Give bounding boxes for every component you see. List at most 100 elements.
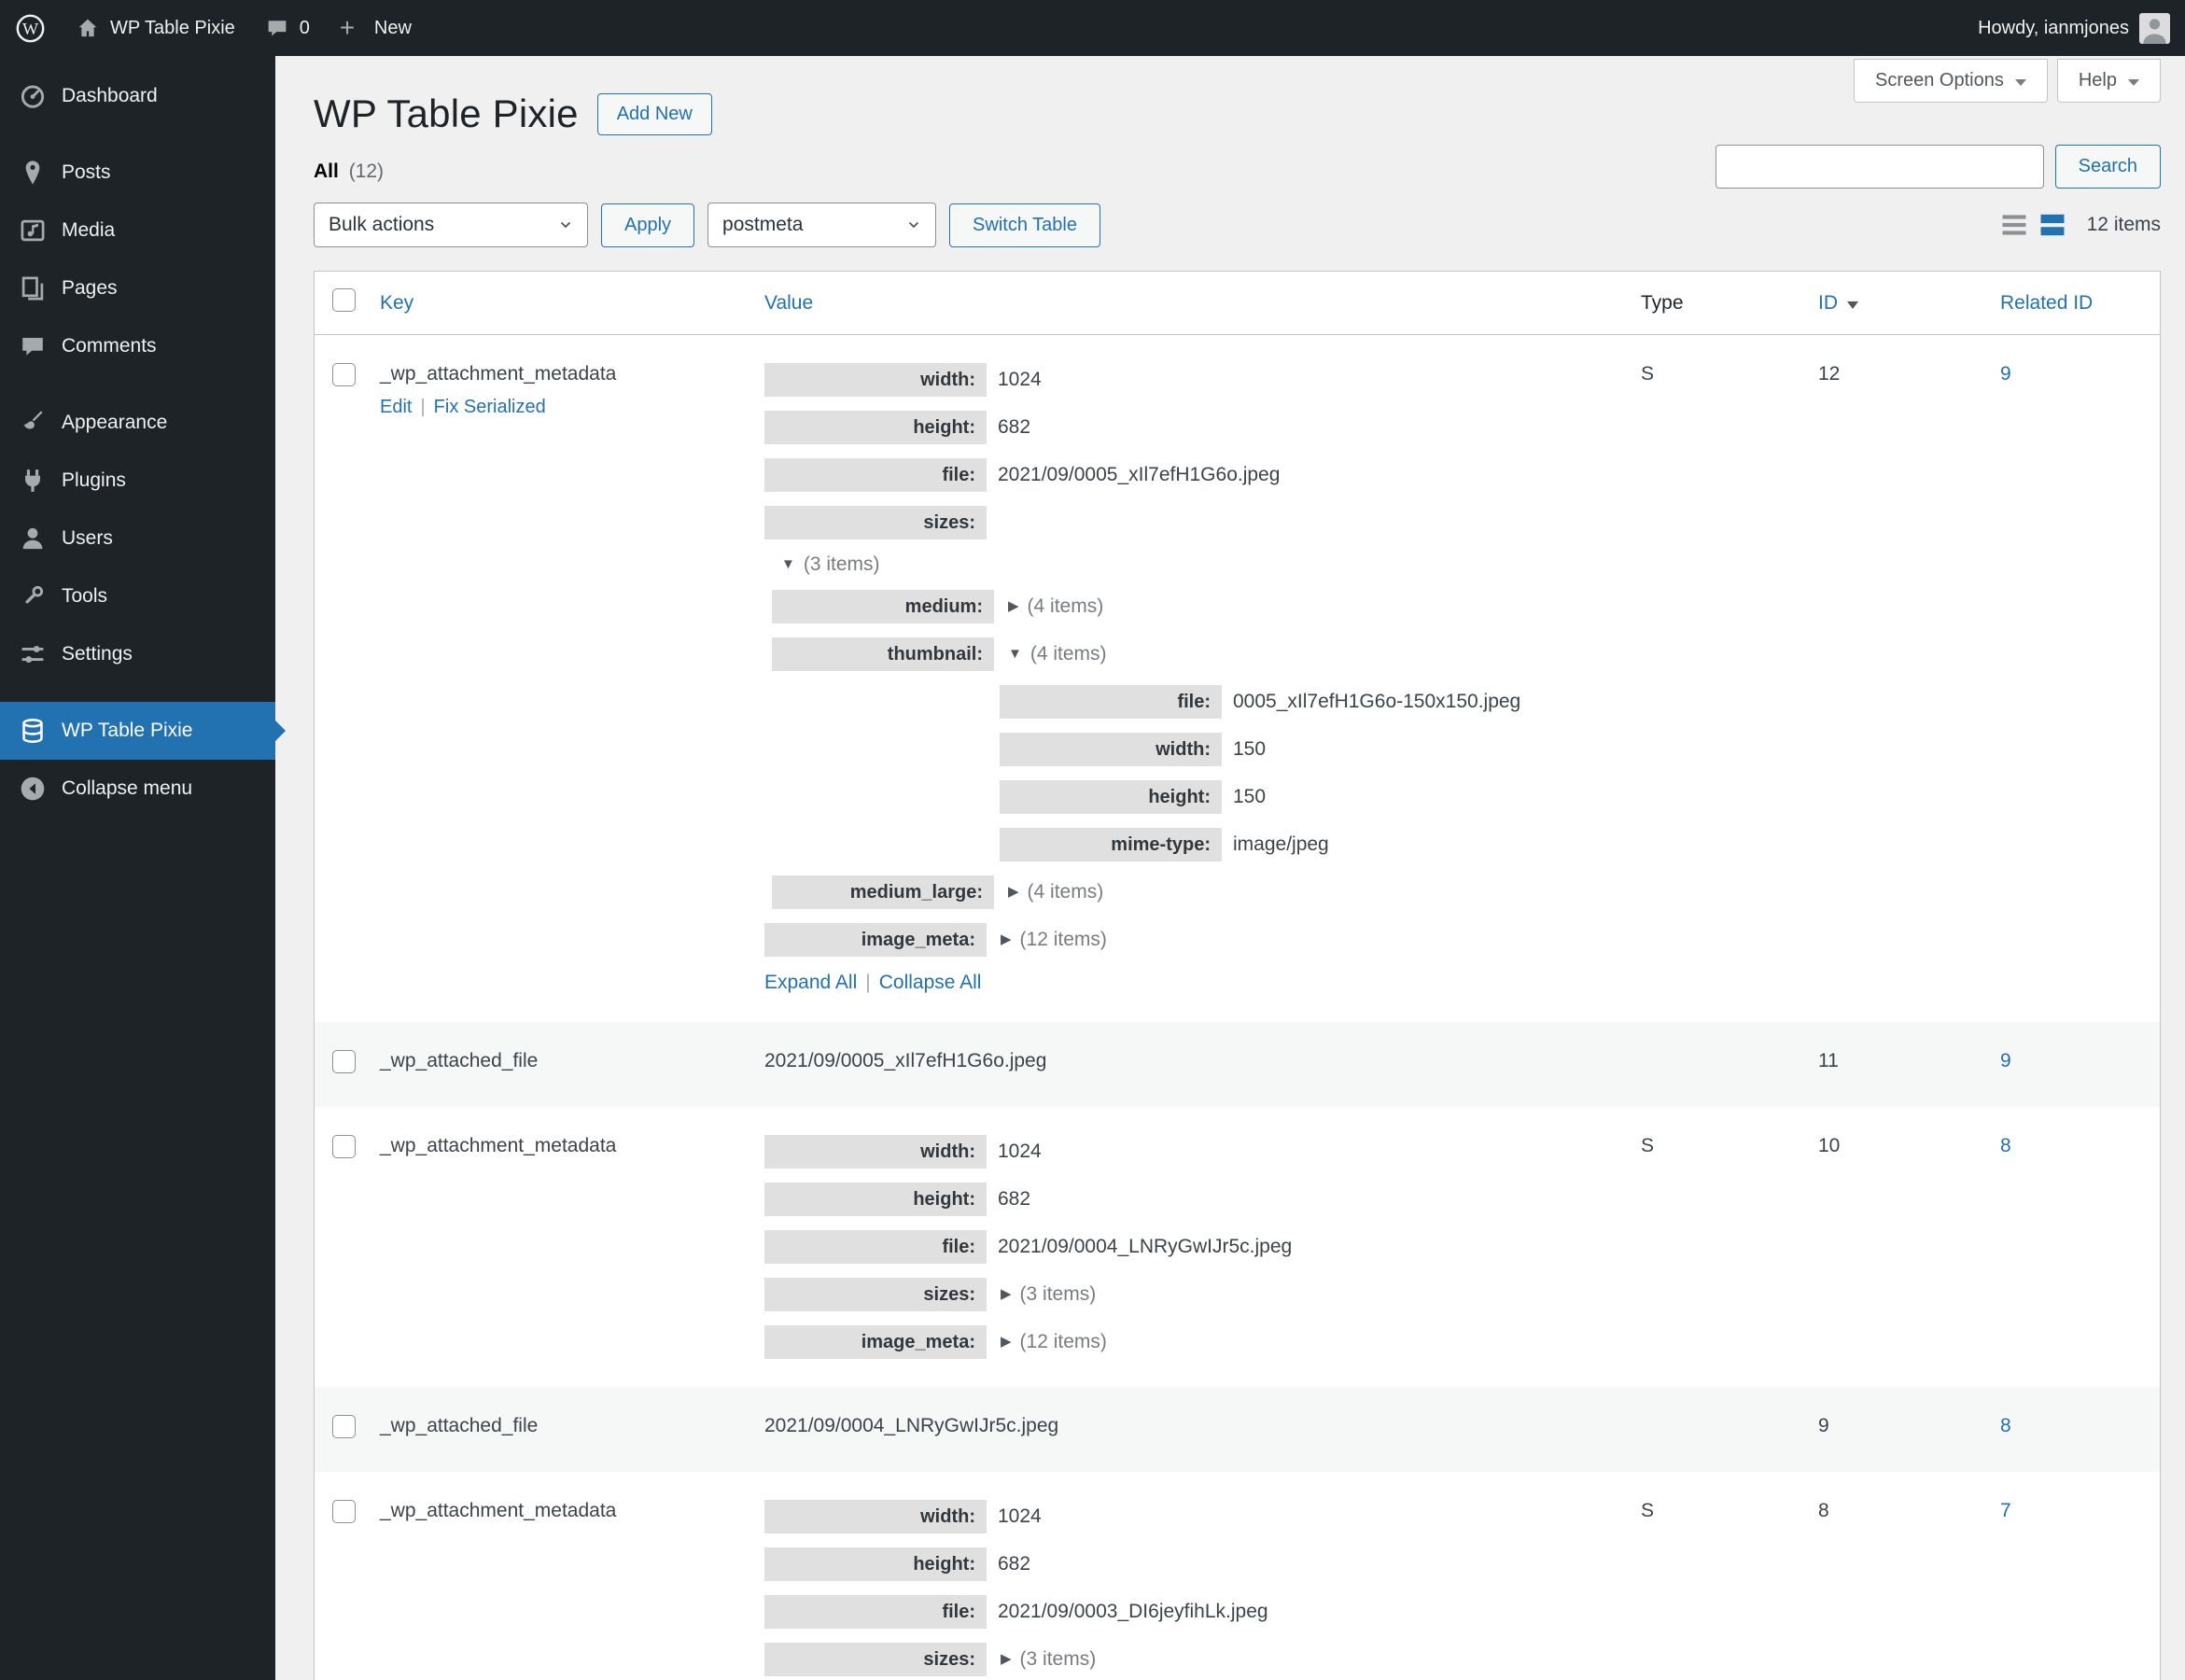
sidebar-item-media[interactable]: Media — [0, 202, 275, 259]
svg-text:W: W — [22, 19, 39, 37]
meta-key-pill: file: — [764, 458, 987, 492]
meta-key-pill: height: — [764, 1183, 987, 1216]
plus-icon: + — [339, 13, 356, 42]
howdy-text: Howdy, ianmjones — [1978, 17, 2129, 38]
switch-table-button[interactable]: Switch Table — [949, 203, 1100, 247]
help-label: Help — [2078, 70, 2117, 91]
caret-down-icon — [2128, 78, 2139, 86]
expand-toggle-icon[interactable]: ▶ — [1008, 596, 1019, 617]
sidebar-item-tools[interactable]: Tools — [0, 567, 275, 625]
edit-link[interactable]: Edit — [380, 397, 412, 417]
column-header-value[interactable]: Value — [753, 272, 1630, 335]
add-new-button[interactable]: Add New — [596, 92, 712, 135]
meta-key-pill: height: — [764, 411, 987, 444]
collapse-toggle-icon[interactable]: ▼ — [1008, 644, 1022, 665]
value-line: image_meta: ▶ (12 items) — [764, 923, 1618, 957]
bulk-actions-select[interactable]: Bulk actions — [314, 203, 588, 247]
meta-value: 150 — [1233, 738, 1267, 760]
apply-button[interactable]: Apply — [601, 203, 695, 247]
row-checkbox[interactable] — [332, 1415, 356, 1438]
sidebar-item-pages[interactable]: Pages — [0, 259, 275, 317]
sidebar-item-appearance[interactable]: Appearance — [0, 394, 275, 452]
dashboard-icon — [19, 82, 47, 110]
fix-serialized-link[interactable]: Fix Serialized — [434, 397, 546, 417]
account-menu[interactable]: Howdy, ianmjones — [1963, 0, 2185, 56]
id-value: 12 — [1818, 363, 1841, 385]
pages-icon — [19, 274, 47, 302]
sidebar-item-dashboard[interactable]: Dashboard — [0, 67, 275, 125]
value-line: height: 150 — [1000, 780, 1618, 814]
column-header-related-id[interactable]: Related ID — [1989, 272, 2160, 335]
related-id-link[interactable]: 8 — [2000, 1135, 2011, 1156]
value-line: medium_large: ▶ (4 items) — [772, 875, 1618, 909]
sidebar-item-label: Appearance — [62, 412, 168, 433]
table-header-row: Key Value Type ID Related ID — [315, 272, 2160, 335]
items-count: (12 items) — [1019, 1331, 1107, 1352]
sidebar-item-label: Settings — [62, 643, 133, 665]
meta-key: _wp_attachment_metadata — [380, 1500, 617, 1521]
meta-value: 682 — [998, 1188, 1031, 1210]
meta-value: 2021/09/0004_LNRyGwIJr5c.jpeg — [764, 1415, 1059, 1436]
row-checkbox[interactable] — [332, 1500, 356, 1523]
new-content-menu[interactable]: + New — [325, 0, 427, 56]
expand-toggle-icon[interactable]: ▶ — [1001, 1332, 1012, 1352]
excerpt-view-button[interactable] — [2038, 210, 2067, 240]
wordpress-menu[interactable]: W — [0, 0, 61, 56]
meta-value: 682 — [998, 1553, 1031, 1575]
settings-icon — [19, 640, 47, 668]
table-nav: Bulk actions Apply postmeta Switch Table… — [314, 203, 2161, 247]
sidebar-item-users[interactable]: Users — [0, 510, 275, 567]
search-button[interactable]: Search — [2054, 145, 2161, 189]
sidebar-item-plugins[interactable]: Plugins — [0, 452, 275, 510]
row-checkbox[interactable] — [332, 1050, 356, 1073]
items-count: (4 items) — [1029, 643, 1107, 665]
row-checkbox[interactable] — [332, 1135, 356, 1158]
expand-toggle-icon[interactable]: ▶ — [1008, 882, 1019, 903]
expand-toggle-icon[interactable]: ▶ — [1001, 930, 1012, 950]
meta-key: _wp_attached_file — [380, 1415, 539, 1436]
table-select[interactable]: postmeta — [707, 203, 937, 247]
related-id-link[interactable]: 9 — [2000, 1050, 2011, 1071]
sidebar-item-posts[interactable]: Posts — [0, 144, 275, 202]
collapse-all-link[interactable]: Collapse All — [879, 972, 982, 993]
related-id-link[interactable]: 9 — [2000, 363, 2011, 385]
select-all-checkbox[interactable] — [332, 288, 356, 312]
admin-menu: Dashboard Posts Media Pages Comments Appearan… — [0, 56, 275, 1680]
value-line: width: 1024 — [764, 363, 1618, 397]
expand-toggle-icon[interactable]: ▶ — [1001, 1284, 1012, 1305]
caret-down-icon — [2014, 78, 2026, 86]
items-count: (4 items) — [1027, 595, 1104, 617]
expand-all-link[interactable]: Expand All — [764, 972, 857, 993]
screen-options-button[interactable]: Screen Options — [1854, 59, 2048, 103]
meta-key-pill: width: — [1000, 733, 1222, 766]
collapse-toggle-icon[interactable]: ▼ — [781, 554, 795, 575]
separator: | — [420, 397, 426, 417]
sidebar-item-label: Users — [62, 527, 113, 549]
sidebar-item-collapse-menu[interactable]: Collapse menu — [0, 760, 275, 818]
related-id-link[interactable]: 7 — [2000, 1500, 2011, 1521]
search-input[interactable] — [1715, 145, 2044, 189]
comments-menu[interactable]: 0 — [250, 0, 325, 56]
column-header-id[interactable]: ID — [1807, 272, 1989, 335]
sidebar-item-wp-table-pixie[interactable]: WP Table Pixie — [0, 702, 275, 760]
help-button[interactable]: Help — [2056, 59, 2161, 103]
database-icon — [19, 717, 47, 745]
sidebar-item-settings[interactable]: Settings — [0, 625, 275, 683]
value-line: sizes: ▶ (3 items) — [764, 1278, 1618, 1311]
list-view-button[interactable] — [1999, 210, 2029, 240]
site-menu[interactable]: WP Table Pixie — [61, 0, 250, 56]
sidebar-item-comments[interactable]: Comments — [0, 317, 275, 375]
items-count: (4 items) — [1027, 881, 1104, 903]
separator: | — [865, 972, 871, 993]
menu-separator — [0, 125, 275, 144]
column-header-key[interactable]: Key — [369, 272, 753, 335]
sidebar-item-label: Posts — [62, 161, 111, 183]
meta-value: 2021/09/0005_xIl7efH1G6o.jpeg — [764, 1050, 1047, 1071]
meta-key-pill: file: — [764, 1595, 987, 1629]
meta-key-pill: file: — [1000, 685, 1222, 719]
value-line: mime-type: image/jpeg — [1000, 828, 1618, 861]
related-id-link[interactable]: 8 — [2000, 1415, 2011, 1436]
row-checkbox[interactable] — [332, 363, 356, 386]
expand-toggle-icon[interactable]: ▶ — [1001, 1649, 1012, 1670]
items-count: (3 items) — [1019, 1283, 1097, 1305]
